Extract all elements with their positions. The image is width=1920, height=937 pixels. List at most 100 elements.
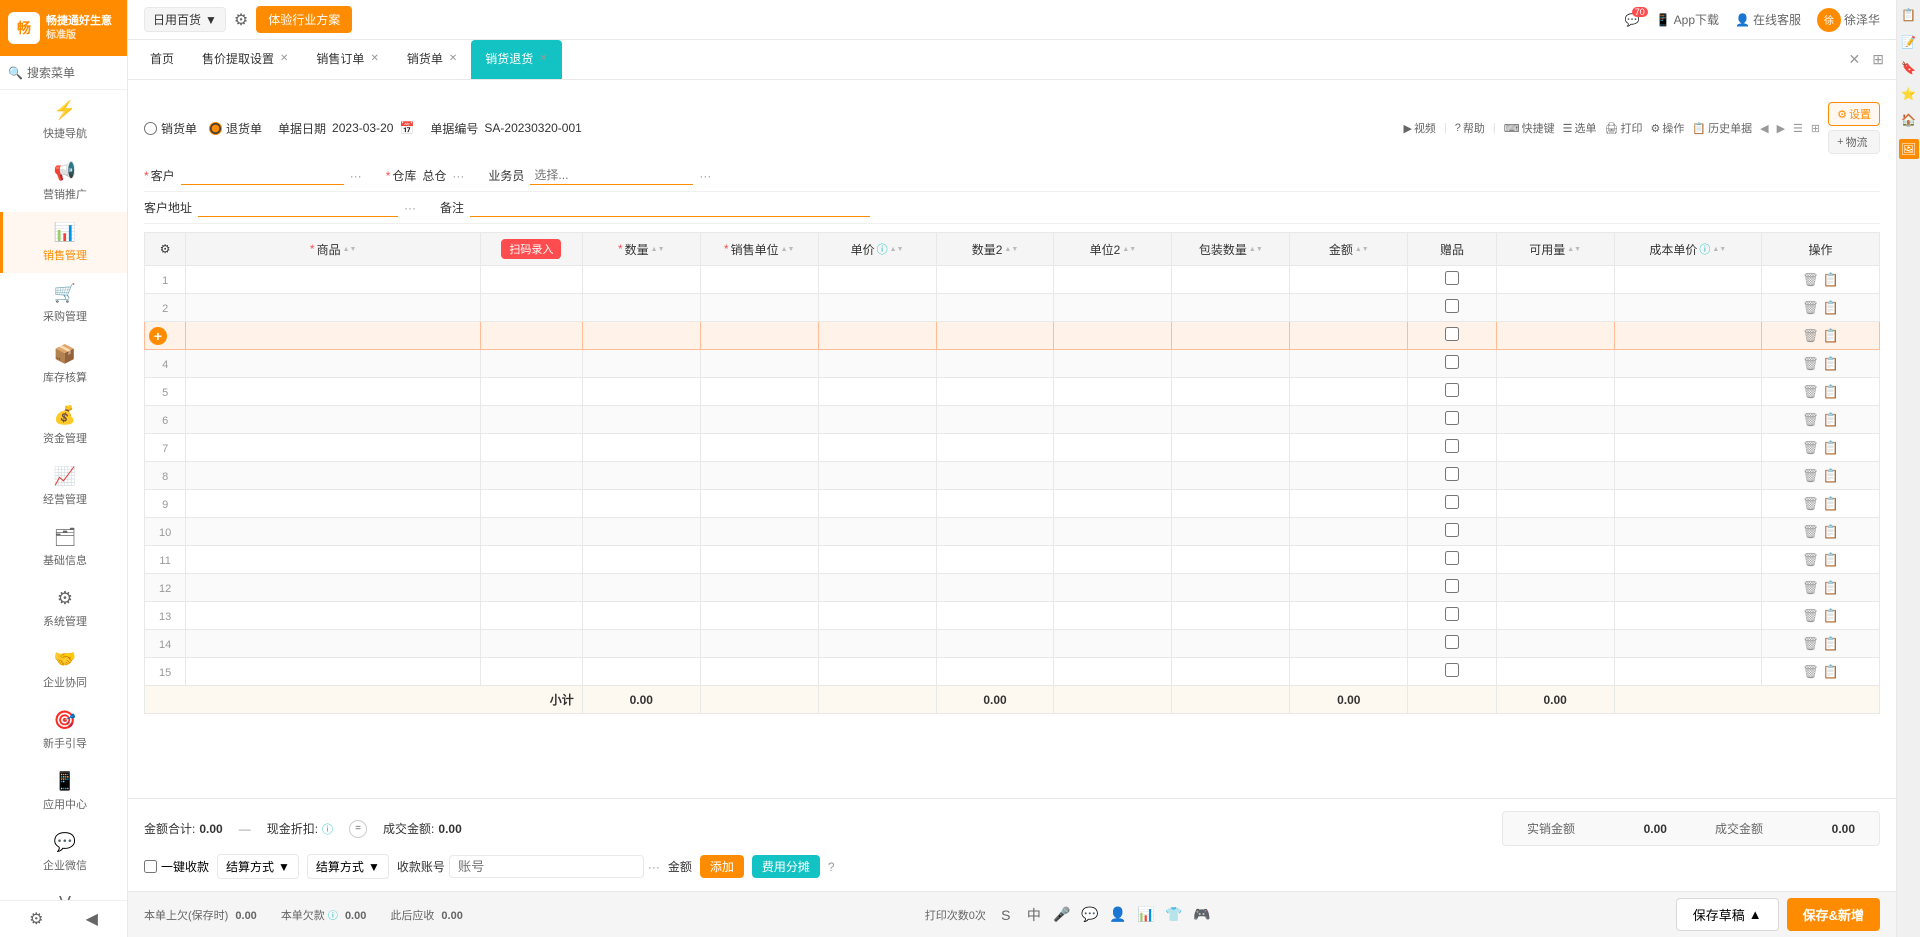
expense-btn[interactable]: 费用分摊 [752,855,820,878]
sort-unit2[interactable]: ▲▼ [1122,246,1136,253]
gift-check-12[interactable] [1445,579,1459,593]
save-new-button[interactable]: 保存&新增 [1787,898,1880,931]
settings-icon[interactable]: ⚙ [29,909,43,929]
sort-pack[interactable]: ▲▼ [1249,246,1263,253]
account-input[interactable] [449,855,644,878]
delete-row-6[interactable]: 🗑 [1802,412,1819,428]
copy-row-4[interactable]: 📋 [1823,356,1839,372]
gift-check-2[interactable] [1445,299,1459,313]
calendar-icon[interactable]: 📅 [399,121,414,135]
delete-row-1[interactable]: 🗑 [1802,272,1819,288]
sort-avail[interactable]: ▲▼ [1567,246,1581,253]
customer-input[interactable] [181,166,344,185]
list-view-icon[interactable]: ☰ [1793,122,1803,135]
gift-check-9[interactable] [1445,495,1459,509]
save-draft-button[interactable]: 保存草稿 ▲ [1676,898,1779,931]
copy-row-3[interactable]: 📋 [1823,328,1839,344]
gift-check-10[interactable] [1445,523,1459,537]
sort-cost[interactable]: ▲▼ [1712,246,1726,253]
operate-btn[interactable]: ⚙ 操作 [1651,120,1685,136]
history-btn[interactable]: 📋 历史单据 [1692,120,1752,136]
salesperson-picker[interactable]: ··· [699,169,711,183]
sidebar-item-sales[interactable]: 📊 销售管理 [0,212,127,273]
help-btn[interactable]: ? 帮助 [1455,120,1485,136]
select-btn[interactable]: ☰ 选单 [1563,120,1597,136]
delete-row-12[interactable]: 🗑 [1802,580,1819,596]
salesperson-input[interactable] [530,166,693,185]
delete-row-7[interactable]: 🗑 [1802,440,1819,456]
delete-row-13[interactable]: 🗑 [1802,608,1819,624]
copy-row-14[interactable]: 📋 [1823,636,1839,652]
settings-btn[interactable]: ⚙ 设置 [1828,102,1880,126]
delete-row-10[interactable]: 🗑 [1802,524,1819,540]
copy-row-8[interactable]: 📋 [1823,468,1839,484]
cost-price-info-icon[interactable]: ⓘ [1699,241,1710,257]
delete-row-11[interactable]: 🗑 [1802,552,1819,568]
sidebar-item-member[interactable]: V 畅会员 [0,883,127,900]
discount-info-icon[interactable]: ⓘ [322,821,333,837]
warehouse-picker[interactable]: ··· [452,169,464,183]
print-btn[interactable]: 🖨 打印 [1605,120,1643,136]
gift-check-14[interactable] [1445,635,1459,649]
tab-sales-return[interactable]: 销货退货 ✕ [471,40,561,79]
copy-row-2[interactable]: 📋 [1823,300,1839,316]
add-payment-btn[interactable]: 添加 [700,855,744,878]
tab-close-sales-return[interactable]: ✕ [539,53,547,64]
tab-home[interactable]: 首页 [136,40,188,79]
sidebar-item-finance[interactable]: 💰 资金管理 [0,395,127,456]
tool-mic[interactable]: 🎤 [1050,903,1074,927]
gift-check-3[interactable] [1445,327,1459,341]
gift-check-13[interactable] [1445,607,1459,621]
expand-tabs[interactable]: ⊞ [1868,47,1888,72]
notification[interactable]: 💬 70 [1625,13,1640,27]
gift-check-1[interactable] [1445,271,1459,285]
unit-price-info-icon[interactable]: ⓘ [877,241,888,257]
right-icon-5[interactable]: 🏠 [1901,113,1916,127]
delete-row-4[interactable]: 🗑 [1802,356,1819,372]
collapse-icon[interactable]: ◀ [86,909,98,929]
gift-check-7[interactable] [1445,439,1459,453]
radio-delivery[interactable]: 销货单 [144,120,197,137]
calc-method-select[interactable]: 结算方式 ▼ [307,854,389,879]
gift-check-15[interactable] [1445,663,1459,677]
tab-close-sales-order[interactable]: ✕ [370,53,378,64]
sidebar-item-inventory[interactable]: 📦 库存核算 [0,334,127,395]
delete-row-9[interactable]: 🗑 [1802,496,1819,512]
settings-icon[interactable]: ⚙ [234,10,248,30]
add-row-btn[interactable]: + [149,327,167,345]
tool-s[interactable]: S [994,903,1018,927]
delete-row-5[interactable]: 🗑 [1802,384,1819,400]
address-picker[interactable]: ··· [404,201,416,215]
delete-row-14[interactable]: 🗑 [1802,636,1819,652]
sidebar-item-wechat[interactable]: 💬 企业微信 [0,822,127,883]
delete-row-2[interactable]: 🗑 [1802,300,1819,316]
sort-qty2[interactable]: ▲▼ [1004,246,1018,253]
copy-row-9[interactable]: 📋 [1823,496,1839,512]
debt-info-icon[interactable]: ⓘ [328,911,338,922]
settle-method-select[interactable]: 结算方式 ▼ [217,854,299,879]
one-click-check[interactable] [144,860,157,873]
sidebar-item-system[interactable]: ⚙ 系统管理 [0,578,127,639]
industry-select[interactable]: 日用百货 ▼ [144,7,226,32]
sidebar-item-marketing[interactable]: 📢 营销推广 [0,151,127,212]
sidebar-item-guide[interactable]: 🎯 新手引导 [0,700,127,761]
sidebar-item-basic[interactable]: 🗂 基础信息 [0,517,127,578]
search-menu[interactable]: 🔍 搜索菜单 [0,56,127,90]
expense-help-icon[interactable]: ? [828,860,835,874]
copy-row-7[interactable]: 📋 [1823,440,1839,456]
remark-input[interactable] [470,198,870,217]
radio-delivery-input[interactable] [144,122,157,135]
right-icon-6[interactable]: 🖼 [1899,139,1919,159]
sidebar-item-purchase[interactable]: 🛒 采购管理 [0,273,127,334]
copy-row-15[interactable]: 📋 [1823,664,1839,680]
right-icon-4[interactable]: ⭐ [1901,87,1916,101]
gift-check-8[interactable] [1445,467,1459,481]
right-icon-1[interactable]: 📋 [1902,8,1916,23]
video-btn[interactable]: ▶ 视频 [1403,120,1435,136]
address-input[interactable] [198,198,398,217]
tab-sales-order[interactable]: 销售订单 ✕ [302,40,392,79]
right-icon-3[interactable]: 🔖 [1901,61,1916,75]
copy-row-11[interactable]: 📋 [1823,552,1839,568]
gift-check-11[interactable] [1445,551,1459,565]
copy-row-6[interactable]: 📋 [1823,412,1839,428]
